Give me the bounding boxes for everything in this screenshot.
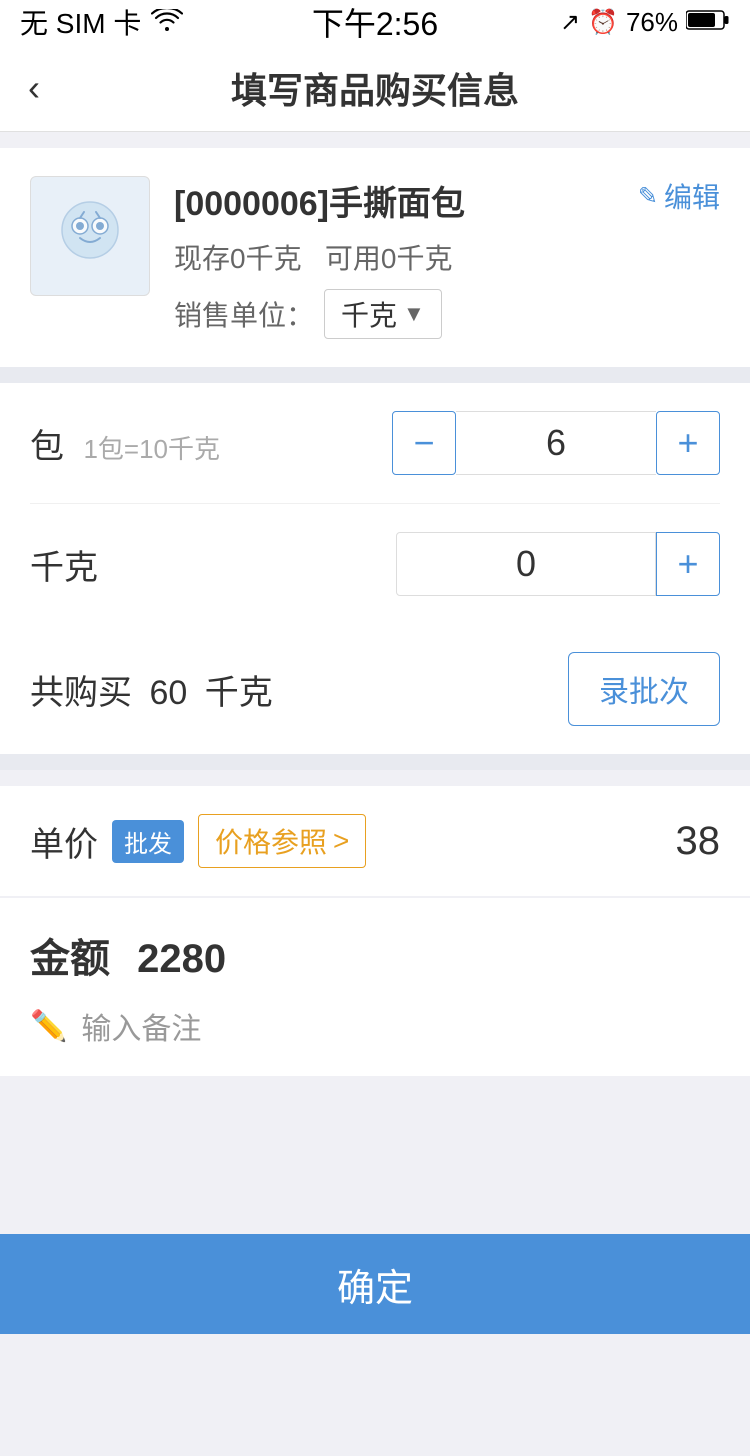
status-right: ↗ ⏰ 76% [560,7,730,38]
edit-label: 编辑 [664,176,720,216]
kg-qty-input[interactable] [396,532,656,596]
unit-select[interactable]: 千克 ▼ [324,289,442,339]
battery-icon [686,7,730,38]
total-section: 共购买 60 千克 录批次 [0,624,750,754]
bao-hint: 1包=10千克 [83,434,220,464]
battery-text: 76% [626,7,678,38]
product-card: [0000006]手撕面包 现存0千克 可用0千克 销售单位： 千克 ▼ ✎ 编… [0,148,750,367]
nav-bar: ‹ 填写商品购买信息 [0,44,750,132]
record-batch-button[interactable]: 录批次 [568,652,720,726]
status-bar: 无 SIM 卡 下午2:56 ↗ ⏰ 76% [0,0,750,44]
price-ref-label: 价格参照 [215,821,327,861]
section-separator-1 [0,367,750,383]
remark-placeholder[interactable]: 输入备注 [81,1004,201,1048]
status-left: 无 SIM 卡 [20,2,183,42]
price-batch-tag: 批发 [112,820,184,863]
carrier-text: 无 SIM 卡 [20,2,141,42]
bao-label-group: 包 1包=10千克 [30,419,392,468]
price-ref-chevron-icon: > [333,825,349,857]
page-title: 填写商品购买信息 [231,62,519,114]
total-unit: 千克 [205,674,273,712]
back-button[interactable]: ‹ [28,67,40,109]
kg-label: 千克 [30,540,396,589]
quantity-section: 包 1包=10千克 − + 千克 + [0,383,750,624]
kg-qty-row: 千克 + [30,504,720,624]
price-ref-button[interactable]: 价格参照 > [198,814,366,868]
alarm-icon: ⏰ [588,8,618,37]
amount-label: 金额 [30,937,110,981]
confirm-label: 确定 [337,1257,413,1312]
kg-qty-controls: + [396,532,720,596]
product-owl-icon [58,198,122,274]
amount-section: 金额 2280 ✏️ 输入备注 [0,898,750,1076]
bao-minus-button[interactable]: − [392,411,456,475]
edit-pencil-icon: ✎ [638,182,658,211]
total-label: 共购买 [30,674,132,712]
total-text: 共购买 60 千克 [30,665,273,714]
price-left: 单价 批发 价格参照 > [30,814,366,868]
bao-label: 包 [30,428,64,466]
price-value: 38 [676,819,721,864]
price-label: 单价 [30,817,98,866]
status-time: 下午2:56 [312,0,438,45]
amount-row: 金额 2280 [30,926,720,984]
confirm-bar[interactable]: 确定 [0,1234,750,1334]
available-text: 可用0千克 [325,243,453,274]
wifi-icon [151,6,183,38]
bao-qty-controls: − + [392,411,720,475]
stock-text: 现存0千克 [174,243,302,274]
amount-value: 2280 [137,937,226,981]
kg-plus-button[interactable]: + [656,532,720,596]
price-section: 单价 批发 价格参照 > 38 [0,786,750,896]
product-thumbnail [30,176,150,296]
bao-plus-button[interactable]: + [656,411,720,475]
bao-qty-row: 包 1包=10千克 − + [30,383,720,504]
unit-value: 千克 [341,294,397,334]
location-icon: ↗ [560,8,580,37]
remark-row[interactable]: ✏️ 输入备注 [30,1004,720,1048]
total-amount: 60 [149,674,187,712]
bao-qty-input[interactable] [456,411,656,475]
pencil-icon: ✏️ [30,1009,67,1044]
unit-chevron-icon: ▼ [403,301,425,327]
section-separator-2 [0,754,750,770]
unit-label: 销售单位： [174,294,314,334]
product-stock: 现存0千克 可用0千克 [174,237,720,277]
product-unit-row: 销售单位： 千克 ▼ [174,289,720,339]
edit-button[interactable]: ✎ 编辑 [638,176,720,216]
